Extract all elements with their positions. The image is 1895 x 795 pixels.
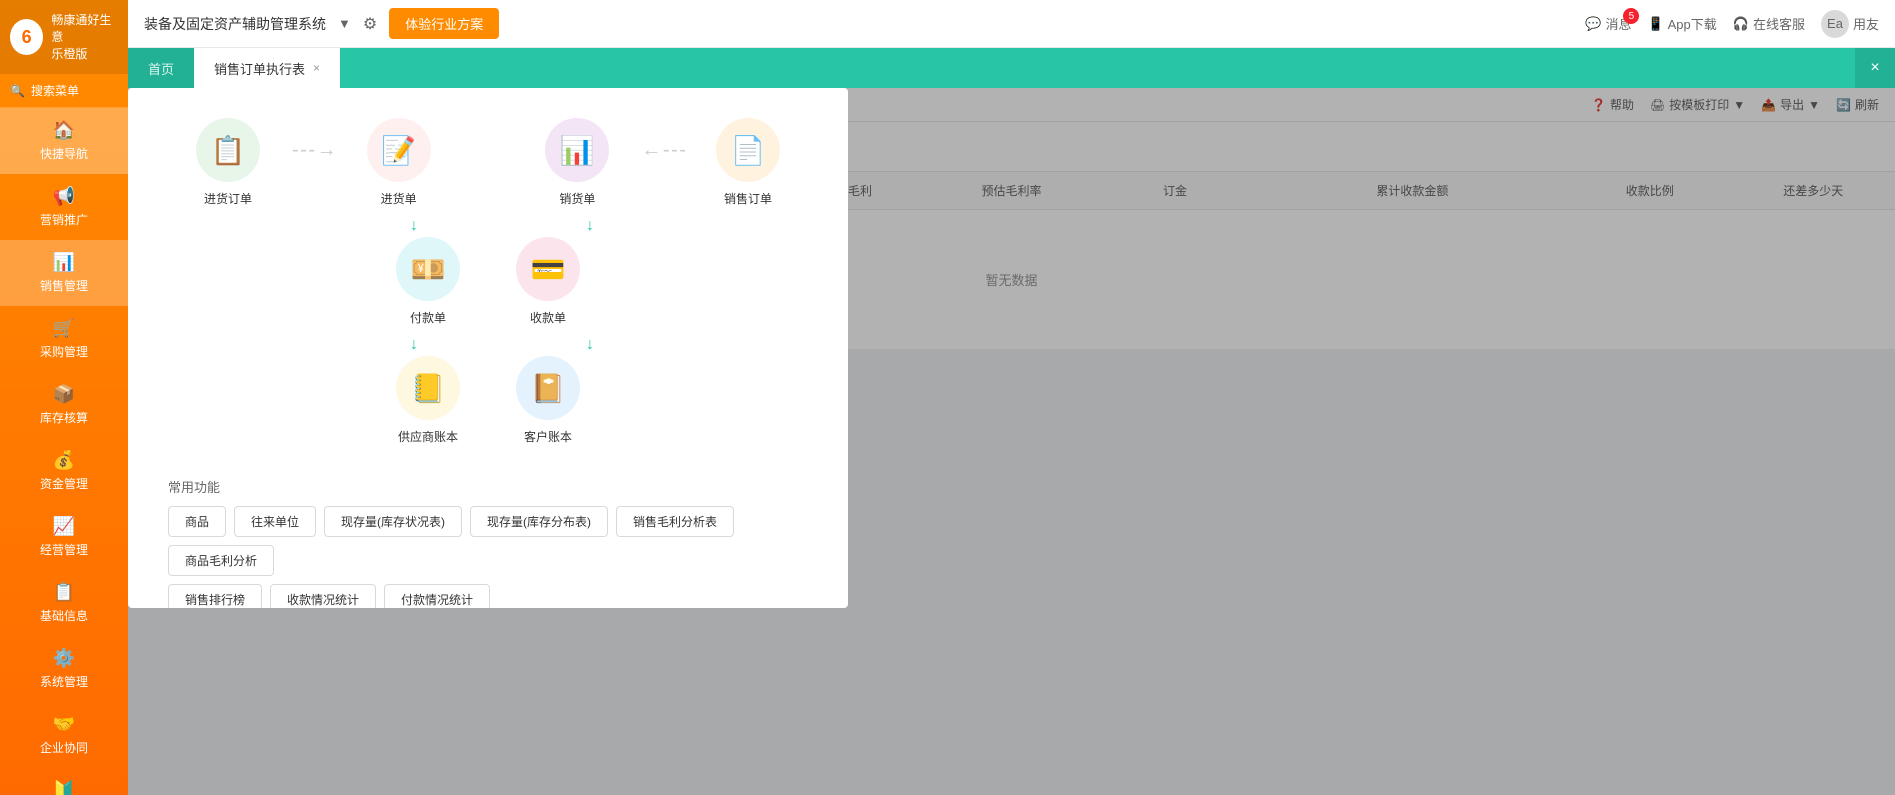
trial-button[interactable]: 体验行业方案 [389,8,499,39]
arrow-purchase-bill-down: ↓ [368,217,432,235]
flow-row-3: 📒 供应商账本 📔 客户账本 [168,356,808,445]
func-btn-product-margin[interactable]: 商品毛利分析 [168,545,274,576]
func-btn-counterpart[interactable]: 往来单位 [234,506,316,537]
flow-row-1: 📋 进货订单 - - - → 📝 进货单 📊 销货单 [168,118,808,207]
flow-node-purchase-order[interactable]: 📋 进货订单 [168,118,288,207]
purchase-bill-icon: 📝 [367,118,431,182]
online-service-button[interactable]: 🎧 在线客服 [1733,14,1805,33]
arrow-sales-order-to-bill: ← - - - [637,139,688,186]
tab-sales-order[interactable]: 销售订单执行表 × [194,48,340,88]
sidebar: 6 畅康通好生意 乐橙版 🔍 搜索菜单 🏠 快捷导航 📢 营销推广 📊 销售管理… [0,0,128,795]
func-btn-receipt-stats[interactable]: 收款情况统计 [270,584,376,608]
marketing-icon: 📢 [53,186,75,207]
common-functions: 常用功能 商品 往来单位 现存量(库存状况表) 现存量(库存分布表) 销售毛利分… [168,477,808,608]
common-functions-title: 常用功能 [168,477,808,496]
enterprise-icon: 🤝 [53,714,75,735]
sidebar-search[interactable]: 🔍 搜索菜单 [0,74,128,108]
header: 装备及固定资产辅助管理系统 ▼ ⚙ 体验行业方案 💬 消息 5 📱 App下载 … [128,0,1895,48]
inventory-icon: 📦 [53,384,75,405]
message-icon: 💬 [1585,16,1601,32]
modal-body: 📋 进货订单 - - - → 📝 进货单 📊 销货单 [128,88,848,608]
settings-icon[interactable]: ⚙ [363,14,377,34]
func-btn-sales-margin[interactable]: 销售毛利分析表 [616,506,734,537]
sidebar-item-inventory[interactable]: 📦 库存核算 [0,372,128,438]
message-badge: 5 [1623,8,1639,24]
supplier-account-icon: 📒 [396,356,460,420]
message-button[interactable]: 💬 消息 5 [1585,14,1631,33]
payment-bill-icon: 💴 [396,237,460,301]
purchase-order-icon: 📋 [196,118,260,182]
func-btn-payment-stats[interactable]: 付款情况统计 [384,584,490,608]
system-icon: ⚙️ [53,648,75,669]
function-buttons-row-2: 销售排行榜 收款情况统计 付款情况统计 [168,584,808,608]
sidebar-item-finance[interactable]: 💰 资金管理 [0,438,128,504]
flow-node-supplier-account[interactable]: 📒 供应商账本 [368,356,488,445]
basic-info-icon: 📋 [53,582,75,603]
flow-row-2: 💴 付款单 💳 收款单 [168,237,808,326]
flow-node-payment-bill[interactable]: 💴 付款单 [368,237,488,326]
guide-icon: 🔰 [53,780,75,795]
sidebar-item-sales[interactable]: 📊 销售管理 [0,240,128,306]
user-avatar: Ea [1821,10,1849,38]
func-btn-stock-status[interactable]: 现存量(库存状况表) [324,506,462,537]
sidebar-item-purchase[interactable]: 🛒 采购管理 [0,306,128,372]
logo-text: 畅康通好生意 乐橙版 [51,12,118,62]
func-btn-stock-dist[interactable]: 现存量(库存分布表) [470,506,608,537]
flow-node-purchase-bill[interactable]: 📝 进货单 [339,118,459,207]
close-all-icon: × [1870,59,1879,77]
system-title: 装备及固定资产辅助管理系统 [144,14,326,34]
flow-row-arrows-2: ↓ ↓ [168,334,808,356]
modal-overlay: 📋 进货订单 - - - → 📝 进货单 📊 销货单 [128,88,1895,795]
sales-icon: 📊 [53,252,75,273]
tabs-bar: 首页 销售订单执行表 × × [128,48,1895,88]
flow-node-sales-order[interactable]: 📄 销售订单 [688,118,808,207]
chevron-down-icon: ▼ [338,16,351,31]
customer-account-icon: 📔 [516,356,580,420]
operations-icon: 📈 [53,516,75,537]
flow-row-arrows: ↓ ↓ [168,215,808,237]
sidebar-item-basic-info[interactable]: 📋 基础信息 [0,570,128,636]
func-btn-product[interactable]: 商品 [168,506,226,537]
func-btn-sales-rank[interactable]: 销售排行榜 [168,584,262,608]
sidebar-item-quick-nav[interactable]: 🏠 快捷导航 [0,108,128,174]
arrow-receipt-down: ↓ [544,336,608,354]
sidebar-item-operations[interactable]: 📈 经营管理 [0,504,128,570]
close-all-tabs-button[interactable]: × [1855,48,1895,88]
logo-icon: 6 [10,19,43,55]
header-right: 💬 消息 5 📱 App下载 🎧 在线客服 Ea 用友 [1585,10,1879,38]
sales-order-icon: 📄 [716,118,780,182]
download-icon: 📱 [1647,16,1663,32]
quick-nav-icon: 🏠 [53,120,75,141]
sidebar-navigation: 🏠 快捷导航 📢 营销推广 📊 销售管理 🛒 采购管理 📦 库存核算 💰 资金管… [0,108,128,795]
arrow-purchase-order-to-bill: - - - → [288,139,339,186]
app-download-button[interactable]: 📱 App下载 [1647,14,1716,33]
search-icon: 🔍 [10,84,25,98]
arrow-sales-bill-down: ↓ [544,217,608,235]
sidebar-item-marketing[interactable]: 📢 营销推广 [0,174,128,240]
finance-icon: 💰 [53,450,75,471]
arrow-payment-down: ↓ [368,336,432,354]
sidebar-item-guide[interactable]: 🔰 新手引导 [0,768,128,795]
purchase-icon: 🛒 [53,318,75,339]
sales-bill-icon: 📊 [545,118,609,182]
sidebar-logo: 6 畅康通好生意 乐橙版 [0,0,128,74]
sidebar-item-enterprise[interactable]: 🤝 企业协同 [0,702,128,768]
function-buttons-row-1: 商品 往来单位 现存量(库存状况表) 现存量(库存分布表) 销售毛利分析表 商品… [168,506,808,576]
user-menu[interactable]: Ea 用友 [1821,10,1879,38]
tab-close-icon[interactable]: × [313,61,320,75]
system-dropdown[interactable]: ▼ [338,16,351,31]
flow-node-receipt-bill[interactable]: 💳 收款单 [488,237,608,326]
sidebar-item-system[interactable]: ⚙️ 系统管理 [0,636,128,702]
receipt-bill-icon: 💳 [516,237,580,301]
service-icon: 🎧 [1733,16,1749,32]
flow-node-sales-bill[interactable]: 📊 销货单 [517,118,637,207]
flow-node-customer-account[interactable]: 📔 客户账本 [488,356,608,445]
flow-diagram: 📋 进货订单 - - - → 📝 进货单 📊 销货单 [168,118,808,453]
tab-home[interactable]: 首页 [128,48,194,88]
flow-modal: 📋 进货订单 - - - → 📝 进货单 📊 销货单 [128,88,848,608]
